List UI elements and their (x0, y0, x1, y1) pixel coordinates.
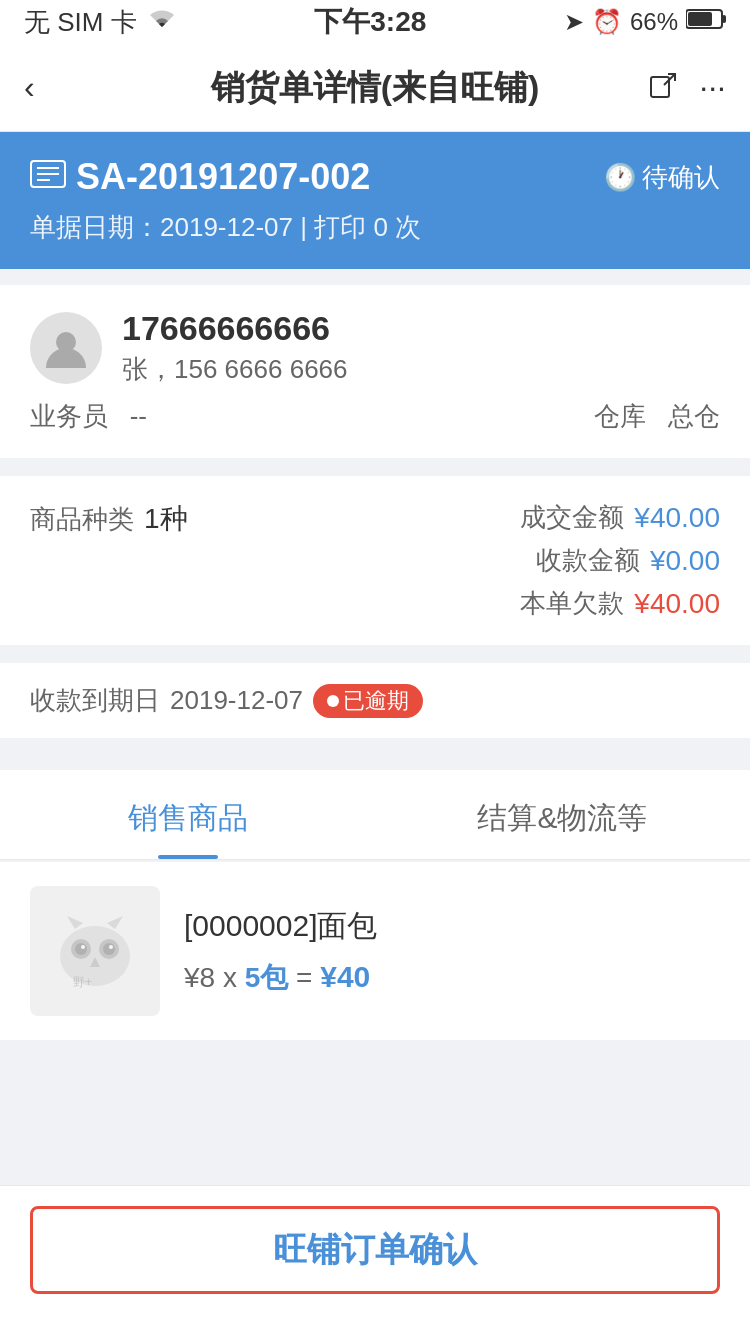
separator-1 (0, 458, 750, 474)
product-thumbnail: 野+ (30, 886, 160, 1016)
status-time: 下午3:28 (314, 3, 426, 41)
order-status: 🕐 待确认 (604, 160, 720, 195)
status-bar: 无 SIM 卡 下午3:28 ➤ ⏰ 66% (0, 0, 750, 44)
due-date-card: 收款到期日 2019-12-07 已逾期 (0, 663, 750, 738)
battery-label: 66% (630, 8, 678, 36)
separator-2 (0, 645, 750, 661)
transaction-value: ¥40.00 (634, 502, 720, 534)
due-date-label: 收款到期日 (30, 683, 160, 718)
svg-point-9 (60, 926, 130, 986)
nav-left: ‹ (24, 69, 104, 106)
svg-point-13 (103, 943, 115, 955)
location-icon: ➤ (564, 8, 584, 36)
clock-icon: 🕐 (604, 162, 636, 193)
svg-text:野+: 野+ (73, 975, 92, 989)
amount-info: 成交金额 ¥40.00 收款金额 ¥0.00 本单欠款 ¥40.00 (520, 500, 720, 621)
customer-card: 17666666666 张，156 6666 6666 业务员 -- 仓库 总仓 (0, 285, 750, 458)
overdue-badge: 已逾期 (313, 684, 423, 718)
warehouse-value: 总仓 (668, 401, 720, 431)
svg-rect-1 (722, 15, 726, 23)
salesperson-value: -- (130, 401, 147, 431)
share-icon[interactable] (649, 69, 679, 107)
svg-point-14 (81, 945, 85, 949)
quantity: 5包 (245, 962, 289, 993)
warehouse-label: 仓库 (594, 401, 646, 431)
svg-marker-17 (67, 916, 83, 929)
wifi-icon (147, 7, 177, 38)
product-info: [0000002]面包 ¥8 x 5包 = ¥40 (184, 906, 720, 997)
salesperson-label: 业务员 (30, 401, 108, 431)
summary-card: 商品种类 1种 成交金额 ¥40.00 收款金额 ¥0.00 本单欠款 ¥40.… (0, 476, 750, 645)
order-icon (30, 160, 66, 195)
avatar (30, 312, 102, 384)
battery-icon (686, 8, 726, 36)
nav-right: ··· (646, 69, 726, 107)
total-price: ¥40 (320, 960, 370, 993)
transaction-label: 成交金额 (520, 500, 624, 535)
svg-rect-3 (651, 77, 669, 97)
tab-settlement[interactable]: 结算&物流等 (375, 770, 750, 859)
received-value: ¥0.00 (650, 545, 720, 577)
customer-info-row: 业务员 -- 仓库 总仓 (30, 399, 720, 434)
svg-rect-2 (688, 12, 712, 26)
order-date: 单据日期：2019-12-07 | 打印 0 次 (30, 210, 720, 245)
carrier-label: 无 SIM 卡 (24, 5, 137, 40)
product-name: [0000002]面包 (184, 906, 720, 947)
status-right: ➤ ⏰ 66% (564, 8, 726, 36)
unit-price: ¥8 (184, 962, 215, 993)
confirm-btn-wrap: 旺铺订单确认 (0, 1185, 750, 1334)
product-type-info: 商品种类 1种 (30, 500, 188, 538)
customer-phone: 17666666666 (122, 309, 348, 348)
back-button[interactable]: ‹ (24, 69, 35, 106)
tabs-bar: 销售商品 结算&物流等 (0, 770, 750, 860)
alarm-icon: ⏰ (592, 8, 622, 36)
nav-bar: ‹ 销货单详情(来自旺铺) ··· (0, 44, 750, 132)
svg-point-12 (75, 943, 87, 955)
status-left: 无 SIM 卡 (24, 5, 177, 40)
received-label: 收款金额 (536, 543, 640, 578)
confirm-order-button[interactable]: 旺铺订单确认 (30, 1206, 720, 1294)
more-icon[interactable]: ··· (699, 69, 726, 106)
svg-marker-18 (107, 916, 123, 929)
overdue-dot-icon (327, 695, 339, 707)
customer-name: 张，156 6666 6666 (122, 352, 348, 387)
order-header: SA-20191207-002 🕐 待确认 单据日期：2019-12-07 | … (0, 132, 750, 269)
overdue-label: 已逾期 (343, 686, 409, 716)
svg-point-15 (109, 945, 113, 949)
separator-3 (0, 738, 750, 754)
due-date-value: 2019-12-07 (170, 685, 303, 716)
product-card: 野+ [0000002]面包 ¥8 x 5包 = ¥40 (0, 862, 750, 1040)
product-price-row: ¥8 x 5包 = ¥40 (184, 959, 720, 997)
owed-label: 本单欠款 (520, 586, 624, 621)
tab-products[interactable]: 销售商品 (0, 770, 375, 859)
order-id: SA-20191207-002 (30, 156, 370, 198)
owed-value: ¥40.00 (634, 588, 720, 620)
page-title: 销货单详情(来自旺铺) (104, 65, 646, 111)
